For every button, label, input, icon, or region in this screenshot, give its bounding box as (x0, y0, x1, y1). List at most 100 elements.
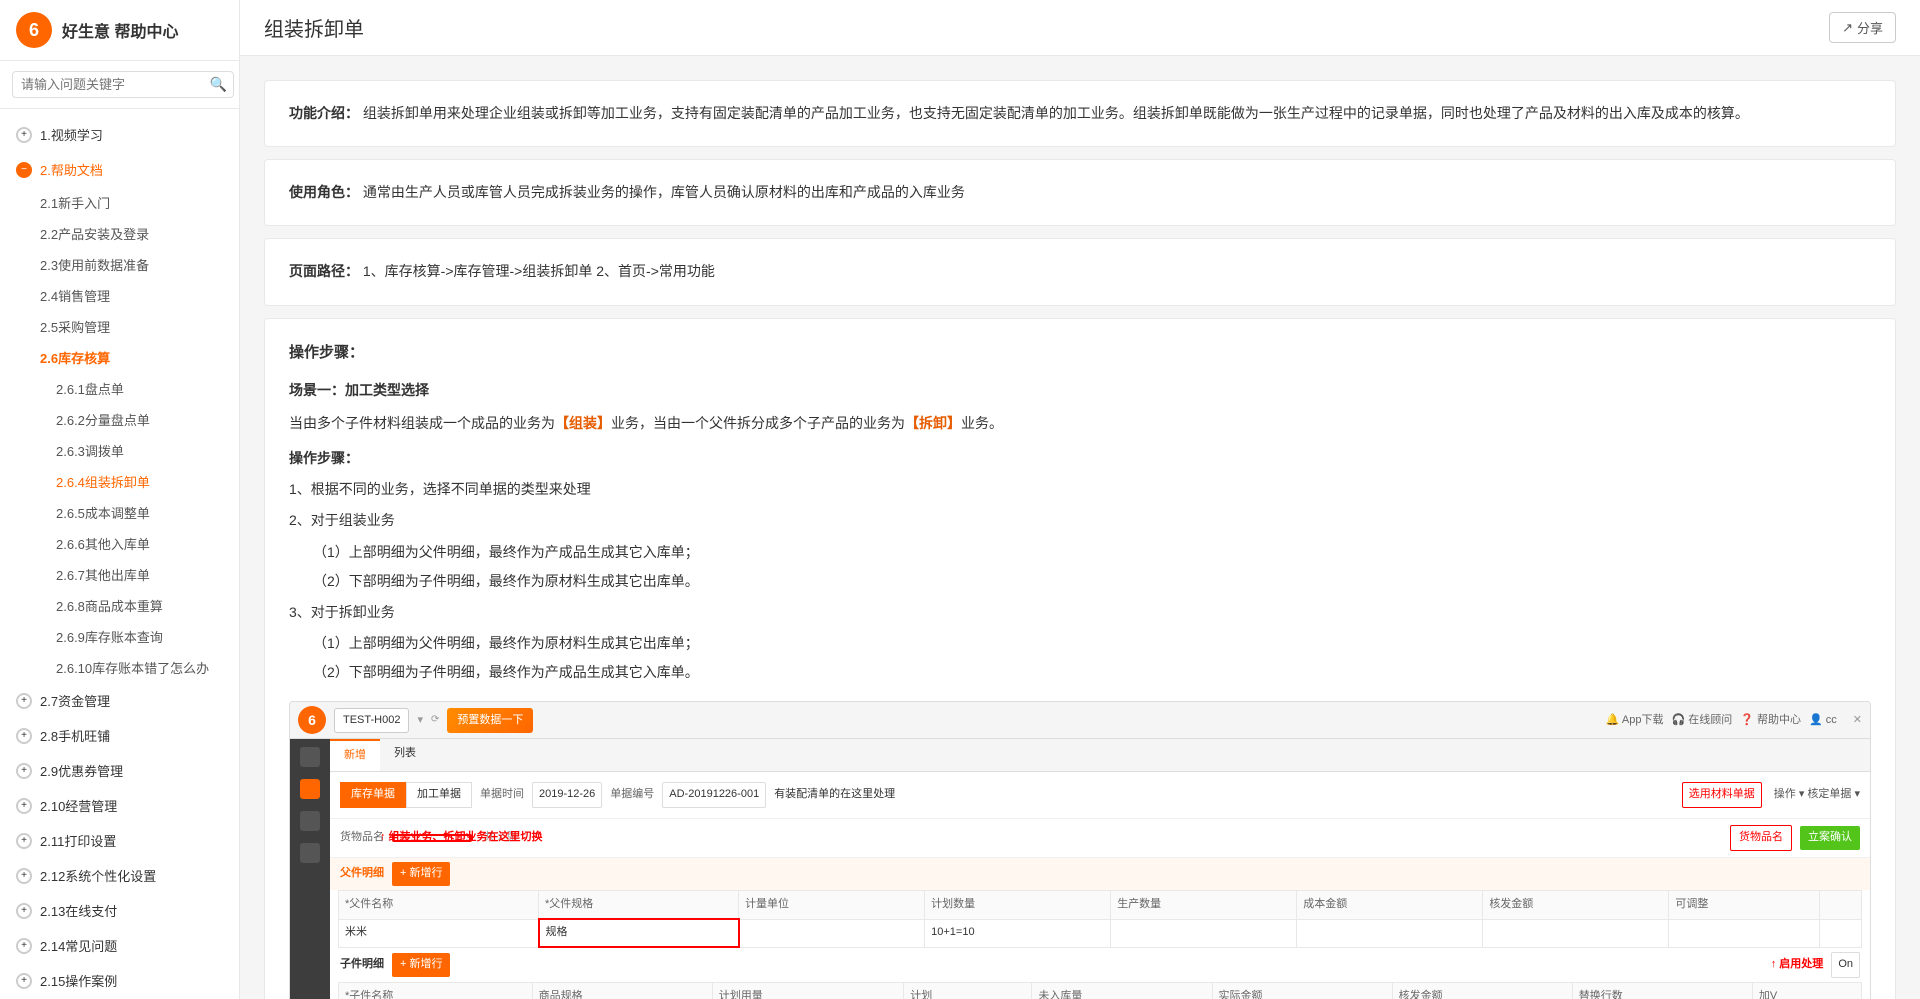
scenario1-desc: 当由多个子件材料组装成一个成品的业务为【组装】业务，当由一个父件拆分成多个子产品… (289, 411, 1871, 436)
ss-sub-th-1: 商品规格 (532, 983, 712, 999)
ss-form-section: 库存单据 加工单据 单据时间 2019-12-26 单据编号 AD-201912… (330, 772, 1870, 858)
ss-user-icon: 👤 cc (1809, 711, 1837, 731)
role-text: 通常由生产人员或库管人员完成拆装业务的操作，库管人员确认原材料的出库和产成品的入… (363, 184, 965, 200)
sidebar-item-docs-26[interactable]: 2.6库存核算 (0, 342, 239, 373)
scenario1-title: 场景一：加工类型选择 (289, 378, 1871, 403)
ss-add-child-btn[interactable]: + 新增行 (392, 953, 450, 977)
ss-logo: 6 (298, 706, 326, 734)
ss-add-row-btn[interactable]: + 新增行 (392, 862, 450, 886)
intro-label: 功能介绍： (289, 105, 359, 121)
sidebar-item-docs-29[interactable]: + 2.9优惠券管理 (0, 753, 239, 788)
intro-text: 组装拆卸单用来处理企业组装或拆卸等加工业务，支持有固定装配清单的产品加工业务，也… (363, 105, 1749, 121)
ss-bell-icon: 🔔 App下载 (1606, 711, 1664, 731)
ops-steps-title: 操作步骤： (289, 446, 1871, 471)
ss-nav-icon-4 (300, 843, 320, 863)
prefix-icon: + (16, 763, 32, 779)
ss-confirm-btn[interactable]: 立案确认 (1800, 826, 1860, 850)
ss-annotation2: ↑ 组装业务、拆卸业务在这里切换 (380, 828, 543, 848)
sidebar-item-docs-210[interactable]: + 2.10经营管理 (0, 788, 239, 823)
sidebar-header: 6 好生意 帮助中心 (0, 0, 239, 61)
ss-sub-th-2: 计划用量 (712, 983, 903, 999)
step1: 1、根据不同的业务，选择不同单据的类型来处理 (289, 477, 1871, 502)
sidebar-item-docs-214[interactable]: + 2.14常见问题 (0, 928, 239, 963)
sidebar-item-docs-266[interactable]: 2.6.6其他入库单 (0, 528, 239, 559)
search-input[interactable] (12, 71, 234, 98)
ss-no-label: 单据编号 (610, 785, 654, 805)
sidebar-item-docs-261[interactable]: 2.6.1盘点单 (0, 373, 239, 404)
ss-tab-new[interactable]: 新增 (330, 739, 380, 771)
sidebar-item-docs-213[interactable]: + 2.13在线支付 (0, 893, 239, 928)
ss-tab-list[interactable]: 列表 (380, 739, 430, 771)
intro-card: 功能介绍： 组装拆卸单用来处理企业组装或拆卸等加工业务，支持有固定装配清单的产品… (264, 80, 1896, 147)
ops-card: 操作步骤： 场景一：加工类型选择 当由多个子件材料组装成一个成品的业务为【组装】… (264, 318, 1896, 999)
share-button[interactable]: ↗ 分享 (1829, 12, 1896, 43)
sidebar-item-docs-264[interactable]: 2.6.4组装拆卸单 (0, 466, 239, 497)
ss-preset-btn[interactable]: 预置数据一下 (447, 708, 533, 734)
sidebar-item-docs-22[interactable]: 2.2产品安装及登录 (0, 218, 239, 249)
ss-seg-disassembly[interactable]: 加工单据 (406, 782, 472, 808)
ss-th-4: 生产数量 (1111, 890, 1297, 919)
ss-sub-th-5: 实际金额 (1212, 983, 1392, 999)
ss-topbar: 6 TEST-H002 ▾ ⟳ 预置数据一下 🔔 App下载 🎧 在线顾问 ❓ … (290, 702, 1870, 739)
path-card: 页面路径： 1、库存核算->库存管理->组装拆卸单 2、首页->常用功能 (264, 238, 1896, 305)
path-text: 1、库存核算->库存管理->组装拆卸单 2、首页->常用功能 (363, 263, 715, 279)
ss-th-0: *父件名称 (339, 890, 539, 919)
sidebar-item-docs-215[interactable]: + 2.15操作案例 (0, 963, 239, 998)
sidebar-item-docs[interactable]: − 2.帮助文档 (0, 152, 239, 187)
ss-search-btn[interactable]: 货物品名 (1730, 825, 1792, 851)
ss-parent-detail-label: 父件明细 (340, 864, 384, 884)
ss-date-label: 单据时间 (480, 785, 524, 805)
step2-1: （1）上部明细为父件明细，最终作为产成品生成其它入库单； (313, 540, 1871, 565)
ss-parent-prod (1111, 919, 1297, 947)
ss-seg-assembly[interactable]: 库存单据 (340, 782, 406, 808)
sidebar-item-docs-263[interactable]: 2.6.3调拨单 (0, 435, 239, 466)
ss-top-icons: 🔔 App下载 🎧 在线顾问 ❓ 帮助中心 👤 cc (1606, 711, 1837, 731)
ss-annotation1-text: 有装配清单的在这里处理 (774, 785, 1670, 805)
ss-parent-issued (1483, 919, 1669, 947)
sidebar-item-docs-27[interactable]: + 2.7资金管理 (0, 683, 239, 718)
sidebar-item-docs-28[interactable]: + 2.8手机旺铺 (0, 718, 239, 753)
sidebar-item-docs-2610[interactable]: 2.6.10库存账本错了怎么办 (0, 652, 239, 683)
sidebar-item-docs-23[interactable]: 2.3使用前数据准备 (0, 249, 239, 280)
ss-select-bom-btn[interactable]: 选用材料单据 (1682, 782, 1762, 808)
ss-th-8 (1819, 890, 1861, 919)
sidebar-item-docs-268[interactable]: 2.6.8商品成本重算 (0, 590, 239, 621)
sidebar-item-docs-21[interactable]: 2.1新手入门 (0, 187, 239, 218)
ss-sub-th-4: 未入库量 (1032, 983, 1212, 999)
ss-close-icon[interactable]: ✕ (1853, 711, 1862, 731)
sidebar-item-docs-265[interactable]: 2.6.5成本调整单 (0, 497, 239, 528)
ss-search-label: 货物品名 (340, 828, 384, 848)
sidebar-item-docs-269[interactable]: 2.6.9库存账本查询 (0, 621, 239, 652)
prefix-icon: + (16, 798, 32, 814)
ss-sub-th-6: 核发金额 (1392, 983, 1572, 999)
logo-icon: 6 (16, 12, 52, 48)
ss-form-row2: 货物品名 共 x 张 货物品名 立案确认 (330, 819, 1870, 858)
prefix-icon: + (16, 693, 32, 709)
step2: 2、对于组装业务 (289, 508, 1871, 533)
ss-date-input[interactable]: 2019-12-26 (532, 782, 602, 808)
sidebar-item-docs-25[interactable]: 2.5采购管理 (0, 311, 239, 342)
sidebar-item-docs-24[interactable]: 2.4销售管理 (0, 280, 239, 311)
role-card: 使用角色： 通常由生产人员或库管人员完成拆装业务的操作，库管人员确认原材料的出库… (264, 159, 1896, 226)
sidebar-item-video[interactable]: + 1.视频学习 (0, 117, 239, 152)
ss-help-icon: ❓ 帮助中心 (1740, 711, 1801, 731)
ss-lower-table-wrap: *子件名称 商品规格 计划用量 计划 未入库量 实际金额 核发金额 替换行数 加 (330, 982, 1870, 999)
main: 组装拆卸单 ↗ 分享 功能介绍： 组装拆卸单用来处理企业组装或拆卸等加工业务，支… (240, 0, 1920, 999)
sidebar-item-docs-211[interactable]: + 2.11打印设置 (0, 823, 239, 858)
sidebar-item-docs-267[interactable]: 2.6.7其他出库单 (0, 559, 239, 590)
ss-sub-th-0: *子件名称 (339, 983, 533, 999)
ss-no-input[interactable]: AD-20191226-001 (662, 782, 766, 808)
main-content: 功能介绍： 组装拆卸单用来处理企业组装或拆卸等加工业务，支持有固定装配清单的产品… (240, 56, 1920, 999)
search-icon[interactable]: 🔍 (210, 76, 227, 93)
page-title: 组装拆卸单 (264, 13, 364, 42)
prefix-icon: + (16, 868, 32, 884)
ss-th-3: 计划数量 (925, 890, 1111, 919)
ss-enable-toggle[interactable]: On (1831, 952, 1860, 978)
ss-th-5: 成本金额 (1297, 890, 1483, 919)
ss-upper-table-wrap: *父件名称 *父件规格 计量单位 计划数量 生产数量 成本金额 核发金额 可调整 (330, 890, 1870, 949)
sidebar-item-docs-212[interactable]: + 2.12系统个性化设置 (0, 858, 239, 893)
ss-nav-icon-1 (300, 747, 320, 767)
sidebar-item-docs-262[interactable]: 2.6.2分量盘点单 (0, 404, 239, 435)
step2-2: （2）下部明细为子件明细，最终作为原材料生成其它出库单。 (313, 569, 1871, 594)
ss-sub-th-8: 加V (1752, 983, 1861, 999)
